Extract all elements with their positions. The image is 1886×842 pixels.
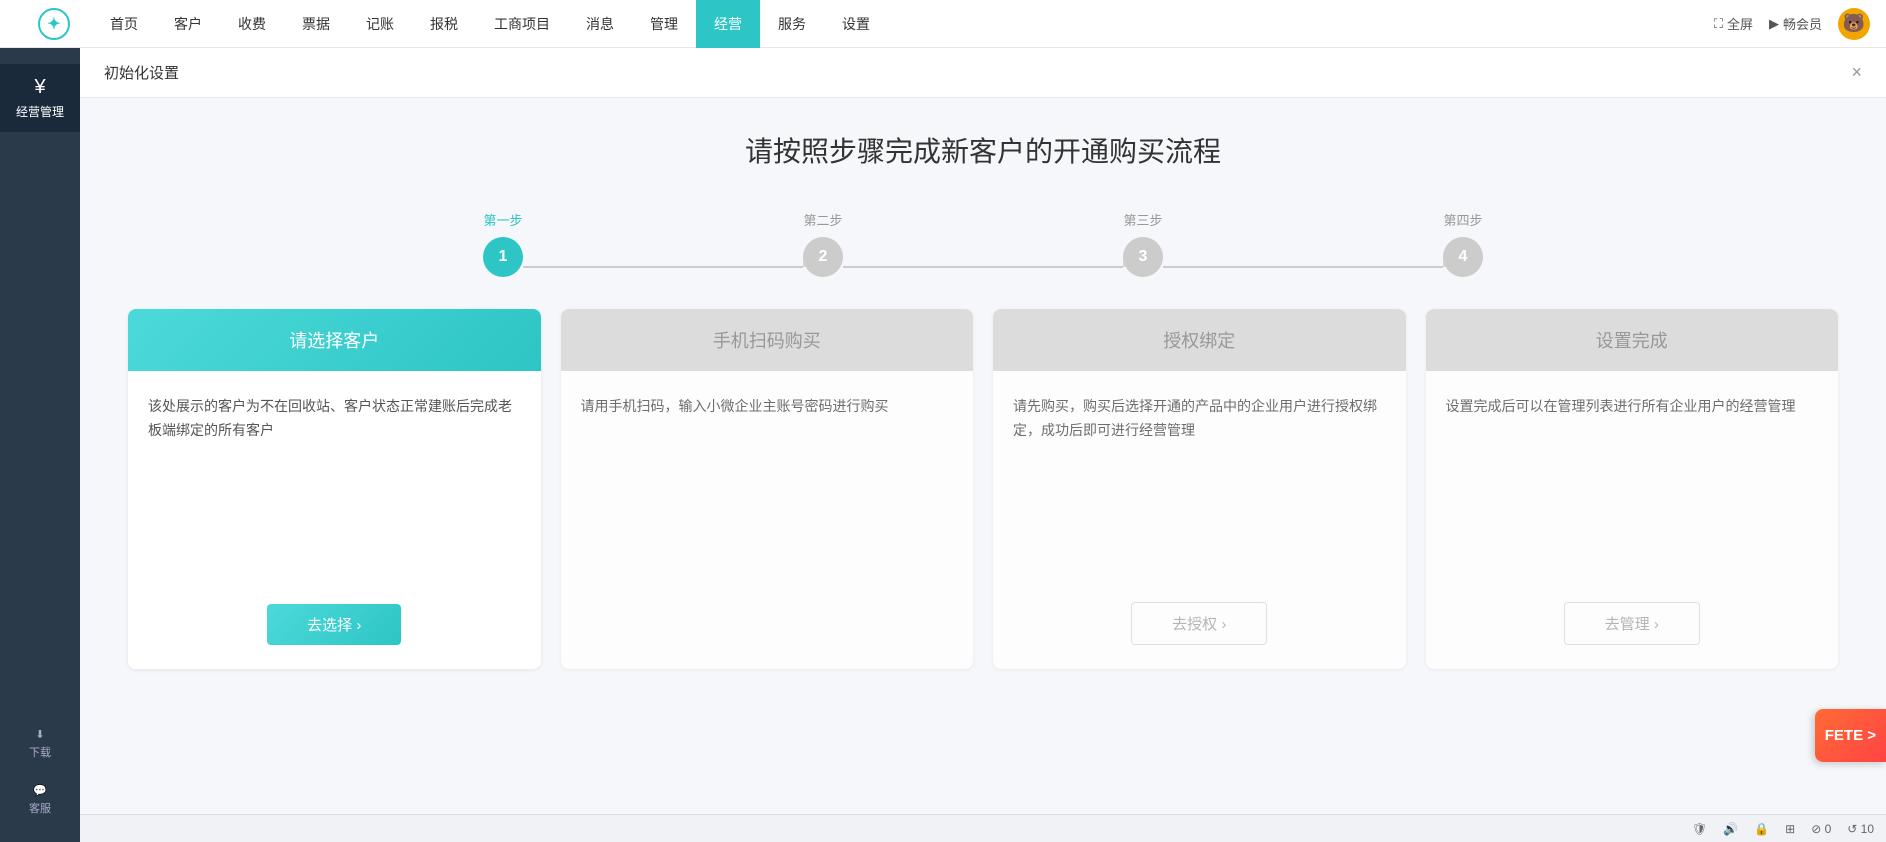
step-1-circle: 1: [483, 237, 523, 277]
step-card-4: 设置完成 设置完成后可以在管理列表进行所有企业用户的经营管理 去管理 ›: [1426, 309, 1839, 669]
shield-icon: 🛡: [1692, 822, 1707, 836]
sidebar-bottom: ⬇ 下载 💬 客服: [0, 718, 80, 842]
nav-operation[interactable]: 经营: [696, 0, 760, 48]
sidebar-item-operation[interactable]: ¥ 经营管理: [0, 64, 80, 132]
card-1-footer: 去选择 ›: [128, 588, 541, 669]
fete-promo-badge[interactable]: FETE >: [1815, 709, 1886, 762]
connector-3-4: [1163, 266, 1443, 268]
step-4: 第四步 4: [1443, 210, 1483, 277]
sidebar-download[interactable]: ⬇ 下载: [0, 718, 80, 770]
card-2-body: 请用手机扫码，输入小微企业主账号密码进行购买: [561, 371, 974, 629]
fullscreen-button[interactable]: ⛶ 全屏: [1714, 14, 1753, 33]
nav-service[interactable]: 服务: [760, 0, 824, 48]
svg-text:✦: ✦: [47, 16, 60, 33]
go-manage-button[interactable]: 去管理 ›: [1564, 602, 1700, 645]
top-navigation: ✦ 首页 客户 收费 票据 记账 报税 工商项目 消息 管理 经营 服务 设置 …: [0, 0, 1886, 48]
step-2: 第二步 2: [803, 210, 843, 277]
steps-timeline: 第一步 1 第二步 2 第三步 3: [128, 210, 1838, 277]
setup-heading: 请按照步骤完成新客户的开通购买流程: [128, 130, 1838, 170]
nav-biz[interactable]: 工商项目: [476, 0, 568, 48]
grid-icon: ⊞: [1785, 822, 1795, 836]
step-2-circle: 2: [803, 237, 843, 277]
step-card-2: 手机扫码购买 请用手机扫码，输入小微企业主账号密码进行购买: [561, 309, 974, 669]
nav-manage[interactable]: 管理: [632, 0, 696, 48]
card-2-header: 手机扫码购买: [561, 309, 974, 371]
nav-customer[interactable]: 客户: [156, 0, 220, 48]
card-4-header: 设置完成: [1426, 309, 1839, 371]
card-3-header: 授权绑定: [993, 309, 1406, 371]
page-header: 初始化设置 ×: [80, 48, 1886, 98]
card-3-body: 请先购买，购买后选择开通的产品中的企业用户进行授权绑定，成功后即可进行经营管理: [993, 371, 1406, 586]
main-content: 初始化设置 × 请按照步骤完成新客户的开通购买流程 第一步 1 第二步 2: [80, 48, 1886, 842]
step-3-label: 第三步: [1123, 210, 1162, 229]
nav-message[interactable]: 消息: [568, 0, 632, 48]
app-logo[interactable]: ✦: [16, 8, 92, 40]
step-card-3: 授权绑定 请先购买，购买后选择开通的产品中的企业用户进行授权绑定，成功后即可进行…: [993, 309, 1406, 669]
nav-accounting[interactable]: 记账: [348, 0, 412, 48]
nav-right-actions: ⛶ 全屏 ▶ 畅会员 🐻: [1714, 8, 1870, 40]
support-icon: 💬: [33, 784, 47, 797]
volume-icon: 🔊: [1723, 822, 1738, 836]
status-count-10: ↺ 10: [1847, 822, 1874, 836]
operation-icon: ¥: [34, 76, 45, 99]
nav-tax[interactable]: 报税: [412, 0, 476, 48]
nav-bills[interactable]: 票据: [284, 0, 348, 48]
connector-1-2: [523, 266, 803, 268]
card-3-footer: 去授权 ›: [993, 586, 1406, 669]
status-count-0: ⊘ 0: [1811, 822, 1831, 836]
card-4-footer: 去管理 ›: [1426, 586, 1839, 669]
user-avatar[interactable]: 🐻: [1838, 8, 1870, 40]
close-button[interactable]: ×: [1851, 62, 1862, 83]
step-1-label: 第一步: [483, 210, 522, 229]
card-4-body: 设置完成后可以在管理列表进行所有企业用户的经营管理: [1426, 371, 1839, 586]
step-4-label: 第四步: [1443, 210, 1482, 229]
go-select-button[interactable]: 去选择 ›: [267, 604, 401, 645]
step-4-circle: 4: [1443, 237, 1483, 277]
go-authorize-button[interactable]: 去授权 ›: [1131, 602, 1267, 645]
fullscreen-icon: ⛶: [1714, 16, 1723, 32]
status-right: 🛡 🔊 🔒 ⊞ ⊘ 0 ↺ 10: [1692, 822, 1874, 836]
card-2-footer: [561, 629, 974, 669]
member-button[interactable]: ▶ 畅会员: [1769, 14, 1822, 33]
sidebar-support[interactable]: 💬 客服: [0, 774, 80, 826]
nav-settings[interactable]: 设置: [824, 0, 888, 48]
sidebar: ¥ 经营管理 ⬇ 下载 💬 客服: [0, 48, 80, 842]
step-3: 第三步 3: [1123, 210, 1163, 277]
step-1: 第一步 1: [483, 210, 523, 277]
step-2-label: 第二步: [803, 210, 842, 229]
card-1-header: 请选择客户: [128, 309, 541, 371]
download-icon: ⬇: [35, 728, 44, 741]
connector-2-3: [843, 266, 1123, 268]
status-bar: ▶ 完成 🛡 🔊 🔒 ⊞ ⊘ 0 ↺ 10: [0, 814, 1886, 842]
nav-fees[interactable]: 收费: [220, 0, 284, 48]
lock-icon: 🔒: [1754, 822, 1769, 836]
nav-home[interactable]: 首页: [92, 0, 156, 48]
step-3-circle: 3: [1123, 237, 1163, 277]
page-title: 初始化设置: [104, 62, 179, 83]
nav-menu: 首页 客户 收费 票据 记账 报税 工商项目 消息 管理 经营 服务 设置: [92, 0, 1714, 48]
step-cards: 请选择客户 该处展示的客户为不在回收站、客户状态正常建账后完成老板端绑定的所有客…: [128, 309, 1838, 669]
setup-content: 请按照步骤完成新客户的开通购买流程 第一步 1 第二步 2 第三步: [80, 98, 1886, 701]
step-card-1: 请选择客户 该处展示的客户为不在回收站、客户状态正常建账后完成老板端绑定的所有客…: [128, 309, 541, 669]
play-icon: ▶: [1769, 16, 1779, 32]
card-1-body: 该处展示的客户为不在回收站、客户状态正常建账后完成老板端绑定的所有客户: [128, 371, 541, 588]
